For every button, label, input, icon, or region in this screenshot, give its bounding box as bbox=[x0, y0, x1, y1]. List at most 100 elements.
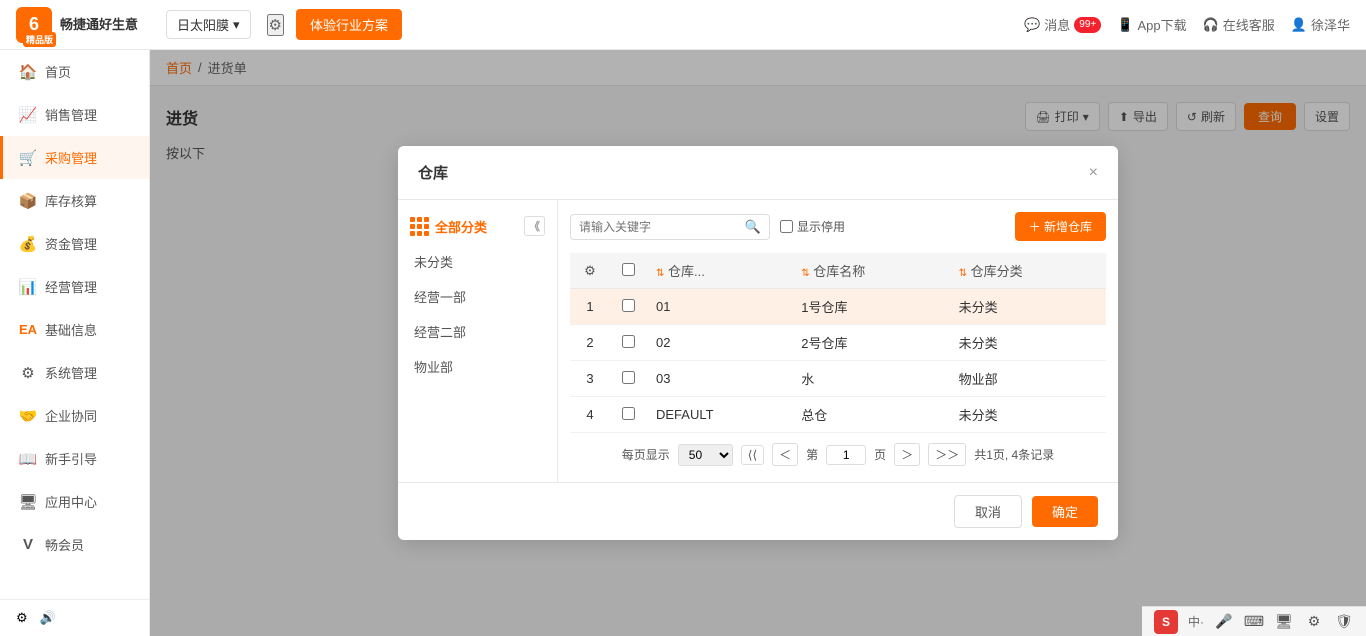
row-code-1: 01 bbox=[646, 289, 791, 325]
add-warehouse-button[interactable]: ＋ 新增仓库 bbox=[1015, 212, 1106, 241]
table-scroll: ⚙ ⇅ 仓库... ⇅ 仓库名称 bbox=[570, 253, 1106, 433]
select-all-checkbox[interactable] bbox=[622, 263, 635, 276]
sidebar-item-sales[interactable]: 📈 销售管理 bbox=[0, 93, 149, 136]
row-checkbox-3[interactable] bbox=[622, 371, 635, 384]
show-disabled-label[interactable]: 显示停用 bbox=[780, 218, 845, 235]
messages-item[interactable]: 💬 消息 99+ bbox=[1024, 15, 1101, 34]
sidebar-item-apps[interactable]: 🖥 应用中心 bbox=[0, 480, 149, 523]
category-item-2[interactable]: 经营二部 bbox=[398, 314, 557, 349]
row-checkbox-1[interactable] bbox=[622, 299, 635, 312]
finance-icon: 💰 bbox=[19, 235, 37, 253]
next-page-button[interactable]: ＞ bbox=[894, 443, 920, 466]
last-page-button[interactable]: ＞＞ bbox=[928, 443, 966, 466]
sidebar-item-purchase[interactable]: 🛒 采购管理 bbox=[0, 136, 149, 179]
sidebar-item-home[interactable]: 🏠 首页 bbox=[0, 50, 149, 93]
monitor-icon[interactable]: 🖥 bbox=[1274, 612, 1294, 632]
sidebar-item-system[interactable]: ⚙ 系统管理 bbox=[0, 351, 149, 394]
home-icon: 🏠 bbox=[19, 63, 37, 81]
col-name[interactable]: ⇅ 仓库名称 bbox=[791, 253, 948, 289]
per-page-label: 每页显示 bbox=[622, 446, 670, 463]
total-label: 共1页, 4条记录 bbox=[974, 446, 1054, 463]
row-name-3: 水 bbox=[791, 361, 948, 397]
warehouse-table: ⚙ ⇅ 仓库... ⇅ 仓库名称 bbox=[570, 253, 1106, 433]
row-code-4: DEFAULT bbox=[646, 397, 791, 433]
pagination: 每页显示 50 100 200 ⟨⟨ ＜ 第 页 ＞ ＞＞ 共1页, 4条记录 bbox=[570, 433, 1106, 470]
table-row[interactable]: 2 02 2号仓库 未分类 bbox=[570, 325, 1106, 361]
sidebar-item-inventory[interactable]: 📦 库存核算 bbox=[0, 179, 149, 222]
sidebar: 🏠 首页 📈 销售管理 🛒 采购管理 📦 库存核算 💰 资金管理 📊 经营管理 … bbox=[0, 50, 150, 636]
row-checkbox-4[interactable] bbox=[622, 407, 635, 420]
sidebar-label-sales: 销售管理 bbox=[45, 105, 97, 124]
first-page-button[interactable]: ⟨⟨ bbox=[741, 445, 764, 465]
chevron-down-icon: ▾ bbox=[233, 17, 240, 33]
row-checkbox-2[interactable] bbox=[622, 335, 635, 348]
purchase-icon: 🛒 bbox=[19, 149, 37, 167]
sidebar-item-finance[interactable]: 💰 资金管理 bbox=[0, 222, 149, 265]
confirm-button[interactable]: 确定 bbox=[1032, 496, 1098, 527]
row-name-1: 1号仓库 bbox=[791, 289, 948, 325]
company-selector[interactable]: 日太阳膜 ▾ bbox=[166, 10, 251, 39]
user-item[interactable]: 👤 徐泽华 bbox=[1291, 15, 1350, 34]
modal-close-button[interactable]: × bbox=[1089, 164, 1098, 182]
sidebar-item-basic-info[interactable]: EA 基础信息 bbox=[0, 308, 149, 351]
sidebar-item-cooperation[interactable]: 🤝 企业协同 bbox=[0, 394, 149, 437]
collapse-button[interactable]: 《 bbox=[524, 216, 545, 236]
sidebar-item-member[interactable]: V 畅会员 bbox=[0, 523, 149, 566]
sidebar-item-operation[interactable]: 📊 经营管理 bbox=[0, 265, 149, 308]
grid-icon bbox=[410, 217, 429, 236]
cancel-button[interactable]: 取消 bbox=[954, 495, 1022, 528]
settings-icon[interactable]: ⚙ bbox=[1304, 612, 1324, 632]
cn-label: 中· bbox=[1188, 613, 1204, 630]
sidebar-label-inventory: 库存核算 bbox=[45, 191, 97, 210]
modal-header: 仓库 × bbox=[398, 146, 1118, 200]
modal-footer: 取消 确定 bbox=[398, 482, 1118, 540]
col-settings[interactable]: ⚙ bbox=[570, 253, 610, 289]
sidebar-label-finance: 资金管理 bbox=[45, 234, 97, 253]
industry-btn[interactable]: 体验行业方案 bbox=[296, 9, 402, 40]
user-name: 徐泽华 bbox=[1311, 15, 1350, 34]
table-row[interactable]: 4 DEFAULT 总仓 未分类 bbox=[570, 397, 1106, 433]
col-category[interactable]: ⇅ 仓库分类 bbox=[949, 253, 1106, 289]
keyboard-icon[interactable]: ⌨ bbox=[1244, 612, 1264, 632]
search-input[interactable] bbox=[579, 220, 745, 234]
row-cat-4: 未分类 bbox=[949, 397, 1106, 433]
col-code[interactable]: ⇅ 仓库... bbox=[646, 253, 791, 289]
header-center: 日太阳膜 ▾ ⚙ 体验行业方案 bbox=[166, 9, 1024, 40]
volume-icon[interactable]: 🔊 bbox=[40, 610, 56, 626]
modal-body: 全部分类 《 未分类 经营一部 经营二部 物业部 🔍 bbox=[398, 200, 1118, 482]
sidebar-item-guide[interactable]: 📖 新手引导 bbox=[0, 437, 149, 480]
category-item-0[interactable]: 未分类 bbox=[398, 244, 557, 279]
table-row[interactable]: 1 01 1号仓库 未分类 bbox=[570, 289, 1106, 325]
header-right: 💬 消息 99+ 📱 App下载 🎧 在线客服 👤 徐泽华 bbox=[1024, 15, 1350, 34]
message-icon: 💬 bbox=[1024, 17, 1040, 33]
top-header: 6 精品版 畅捷通好生意 日太阳膜 ▾ ⚙ 体验行业方案 💬 消息 99+ 📱 … bbox=[0, 0, 1366, 50]
mic-icon[interactable]: 🎤 bbox=[1214, 612, 1234, 632]
sort-icon-name: ⇅ bbox=[801, 268, 809, 279]
search-icon: 🔍 bbox=[745, 219, 761, 235]
operation-icon: 📊 bbox=[19, 278, 37, 296]
table-row[interactable]: 3 03 水 物业部 bbox=[570, 361, 1106, 397]
sidebar-label-guide: 新手引导 bbox=[45, 449, 97, 468]
settings-bottom-icon[interactable]: ⚙ bbox=[16, 610, 28, 626]
row-name-2: 2号仓库 bbox=[791, 325, 948, 361]
search-box[interactable]: 🔍 bbox=[570, 214, 770, 240]
row-index-1: 1 bbox=[570, 289, 610, 325]
phone-icon: 📱 bbox=[1117, 17, 1133, 33]
app-download-item[interactable]: 📱 App下载 bbox=[1117, 15, 1186, 34]
category-panel: 全部分类 《 未分类 经营一部 经营二部 物业部 bbox=[398, 200, 558, 482]
category-item-1[interactable]: 经营一部 bbox=[398, 279, 557, 314]
per-page-select[interactable]: 50 100 200 bbox=[678, 444, 733, 466]
sidebar-label-cooperation: 企业协同 bbox=[45, 406, 97, 425]
page-number-input[interactable] bbox=[826, 445, 866, 465]
inventory-icon: 📦 bbox=[19, 192, 37, 210]
user-avatar: 👤 bbox=[1291, 17, 1307, 33]
sidebar-label-home: 首页 bbox=[45, 62, 71, 81]
modal-title: 仓库 bbox=[418, 162, 448, 183]
settings-button[interactable]: ⚙ bbox=[267, 14, 284, 36]
service-item[interactable]: 🎧 在线客服 bbox=[1203, 15, 1275, 34]
row-index-2: 2 bbox=[570, 325, 610, 361]
sort-icon-cat: ⇅ bbox=[959, 268, 967, 279]
prev-page-button[interactable]: ＜ bbox=[772, 443, 798, 466]
show-disabled-checkbox[interactable] bbox=[780, 220, 793, 233]
category-item-3[interactable]: 物业部 bbox=[398, 349, 557, 384]
